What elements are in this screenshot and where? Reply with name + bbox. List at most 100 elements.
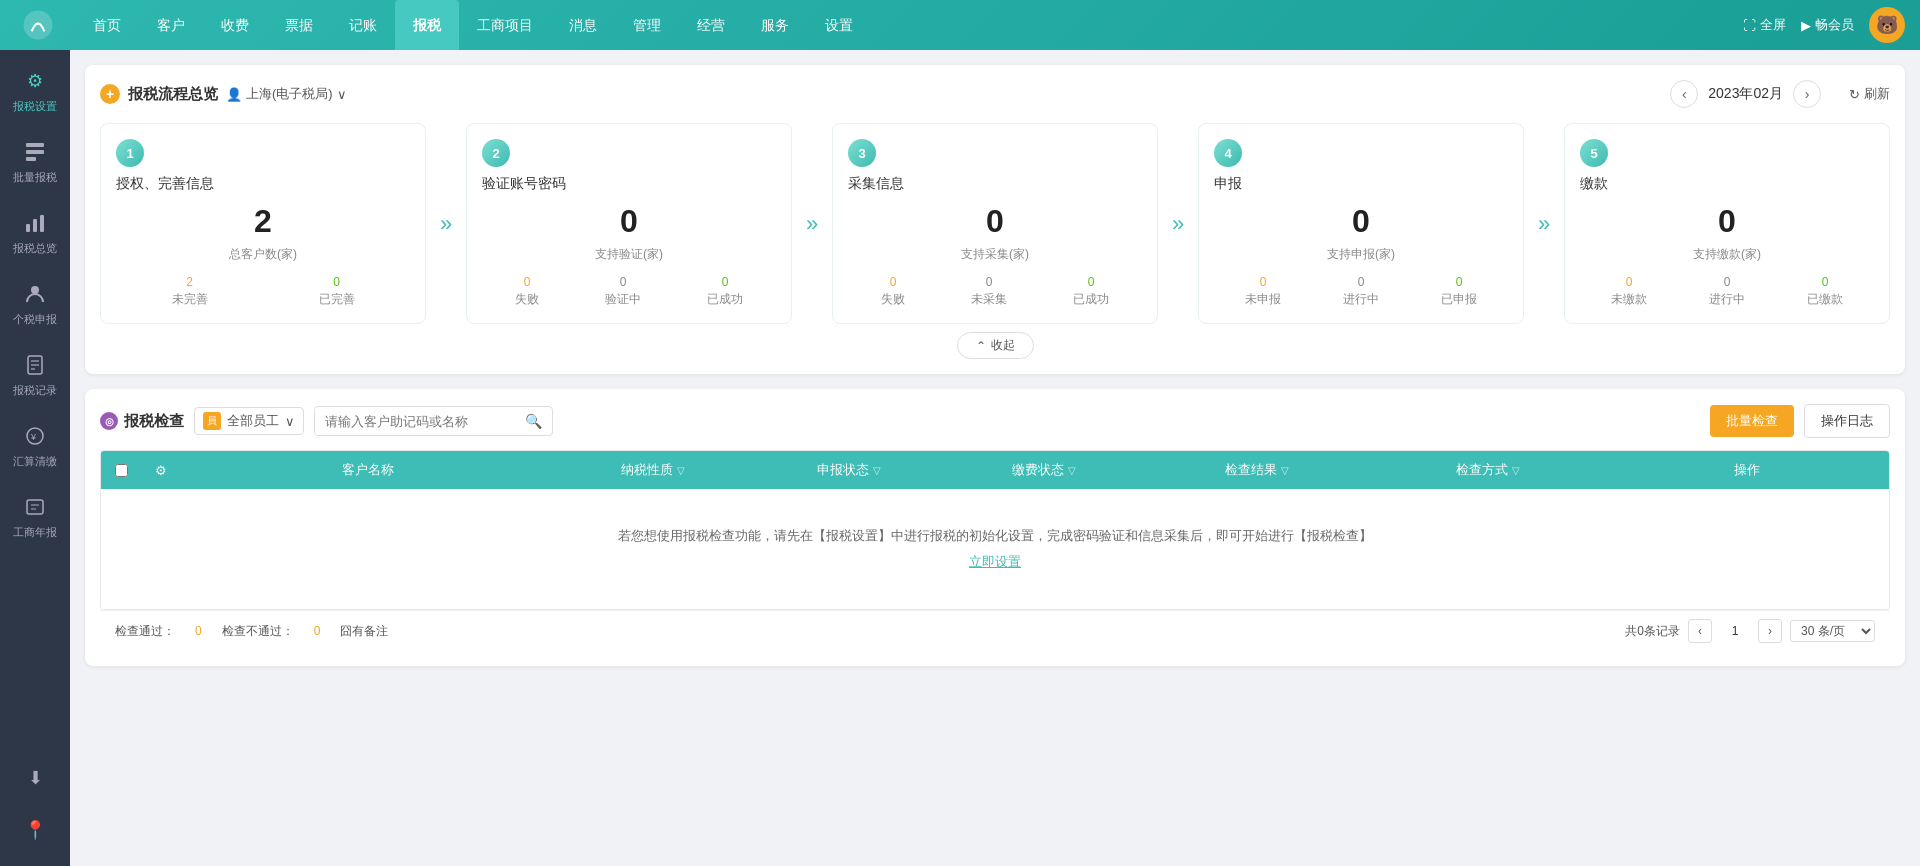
stat-complete[interactable]: 0 已完善 [319,275,355,308]
th-check-result[interactable]: 检查结果 ▽ [1142,451,1373,489]
sidebar-item-personal-tax[interactable]: 个税申报 [0,268,70,339]
fail-label: 检查不通过： [222,623,294,640]
sidebar-item-location[interactable]: 📍 [0,804,70,856]
staff-label: 全部员工 [227,412,279,430]
batch-check-button[interactable]: 批量检查 [1710,405,1794,437]
svg-point-7 [31,286,39,294]
th-declare-status[interactable]: 申报状态 ▽ [751,451,946,489]
operation-log-button[interactable]: 操作日志 [1804,404,1890,438]
prev-page-button[interactable]: ‹ [1688,619,1712,643]
stat-incomplete-val: 2 [186,275,193,289]
sidebar-item-settlement[interactable]: ¥ 汇算清缴 [0,410,70,481]
th-pay-status[interactable]: 缴费状态 ▽ [946,451,1141,489]
stat-paid[interactable]: 0 已缴款 [1807,275,1843,308]
nav-item-票据[interactable]: 票据 [267,0,331,50]
card-num-2: 2 [482,139,510,167]
sidebar-item-tax-records[interactable]: 报税记录 [0,339,70,410]
search-input[interactable] [315,408,515,435]
sidebar-label-tax-records: 报税记录 [13,383,57,398]
card-sub-5: 支持缴款(家) [1580,246,1874,263]
nav-item-消息[interactable]: 消息 [551,0,615,50]
th-settings[interactable]: ⚙ [141,451,181,489]
nav-item-客户[interactable]: 客户 [139,0,203,50]
stat-not-collected[interactable]: 0 未采集 [971,275,1007,308]
vip-label: 畅会员 [1815,16,1854,34]
top-nav-right: ⛶ 全屏 ▶ 畅会员 🐻 [1743,7,1920,43]
location-selector[interactable]: 👤 上海(电子税局) ∨ [226,85,347,103]
stat-declaring[interactable]: 0 进行中 [1343,275,1379,308]
stat-not-paid[interactable]: 0 未缴款 [1611,275,1647,308]
svg-rect-2 [26,150,44,154]
vip-button[interactable]: ▶ 畅会员 [1801,16,1854,34]
fullscreen-button[interactable]: ⛶ 全屏 [1743,16,1786,34]
card-title-4: 申报 [1214,175,1508,193]
tax-records-icon [21,351,49,379]
stat-declared[interactable]: 0 已申报 [1441,275,1477,308]
nav-item-首页[interactable]: 首页 [75,0,139,50]
search-button[interactable]: 🔍 [515,407,552,435]
search-box: 🔍 [314,406,553,436]
card-bignum-1: 2 [116,203,410,240]
card-stats-5: 0 未缴款 0 进行中 0 已缴款 [1580,275,1874,308]
prev-month-button[interactable]: ‹ [1670,80,1698,108]
next-page-button[interactable]: › [1758,619,1782,643]
table-footer: 检查通过： 0 检查不通过： 0 囧有备注 共0条记录 ‹ 1 › 30 条/页… [100,610,1890,651]
card-num-1: 1 [116,139,144,167]
flow-overview-header: + 报税流程总览 👤 上海(电子税局) ∨ ‹ 2023年02月 › ↻ 刷新 [100,80,1890,108]
staff-chevron: ∨ [285,414,295,429]
nav-item-经营[interactable]: 经营 [679,0,743,50]
pass-count[interactable]: 0 [195,624,202,638]
sidebar-item-tax-overview[interactable]: 报税总览 [0,197,70,268]
th-tax-nature[interactable]: 纳税性质 ▽ [556,451,751,489]
stat-verify-fail[interactable]: 0 失败 [515,275,539,308]
sidebar-item-annual-report[interactable]: 工商年报 [0,481,70,552]
tax-check-title-text: 报税检查 [124,412,184,431]
card-sub-3: 支持采集(家) [848,246,1142,263]
per-page-select[interactable]: 30 条/页 50 条/页 100 条/页 [1790,620,1875,642]
sidebar-label-tax-overview: 报税总览 [13,241,57,256]
select-all-checkbox[interactable] [115,464,128,477]
flow-title: 报税流程总览 [128,85,218,104]
nav-item-收费[interactable]: 收费 [203,0,267,50]
stat-verifying[interactable]: 0 验证中 [605,275,641,308]
stat-incomplete[interactable]: 2 未完善 [172,275,208,308]
arrow-2-3: » [792,123,832,324]
stat-paying[interactable]: 0 进行中 [1709,275,1745,308]
tax-check-table: ⚙ 客户名称 纳税性质 ▽ 申报状态 ▽ 缴费状态 ▽ [100,450,1890,610]
stat-not-declared[interactable]: 0 未申报 [1245,275,1281,308]
stat-complete-val: 0 [333,275,340,289]
stat-collected[interactable]: 0 已成功 [1073,275,1109,308]
collapse-bar: ⌃ 收起 [100,324,1890,359]
staff-selector[interactable]: 員 全部员工 ∨ [194,407,304,435]
card-title-3: 采集信息 [848,175,1142,193]
stat-verify-done[interactable]: 0 已成功 [707,275,743,308]
app-logo[interactable] [10,0,65,50]
fail-count[interactable]: 0 [314,624,321,638]
collapse-button[interactable]: ⌃ 收起 [957,332,1034,359]
top-navigation: 首页客户收费票据记账报税工商项目消息管理经营服务设置 ⛶ 全屏 ▶ 畅会员 🐻 [0,0,1920,50]
nav-item-管理[interactable]: 管理 [615,0,679,50]
stat-collect-fail[interactable]: 0 失败 [881,275,905,308]
card-stats-4: 0 未申报 0 进行中 0 已申报 [1214,275,1508,308]
sidebar-item-tax-settings[interactable]: ⚙ 报税设置 [0,55,70,126]
nav-item-服务[interactable]: 服务 [743,0,807,50]
nav-item-设置[interactable]: 设置 [807,0,871,50]
nav-item-工商项目[interactable]: 工商项目 [459,0,551,50]
sidebar-item-download[interactable]: ⬇ [0,752,70,804]
th-check-method[interactable]: 检查方式 ▽ [1373,451,1604,489]
next-month-button[interactable]: › [1793,80,1821,108]
location-icon-map: 👤 [226,87,242,102]
flow-card-4: 4 申报 0 支持申报(家) 0 未申报 0 进行中 [1198,123,1524,324]
download-icon: ⬇ [21,764,49,792]
setup-link[interactable]: 立即设置 [969,554,1021,569]
settlement-icon: ¥ [21,422,49,450]
fullscreen-label: 全屏 [1760,16,1786,34]
current-month: 2023年02月 [1708,85,1783,103]
user-avatar[interactable]: 🐻 [1869,7,1905,43]
flow-card-2: 2 验证账号密码 0 支持验证(家) 0 失败 0 验证中 [466,123,792,324]
refresh-button[interactable]: ↻ 刷新 [1849,85,1890,103]
sidebar-item-batch-tax[interactable]: 批量报税 [0,126,70,197]
nav-item-报税[interactable]: 报税 [395,0,459,50]
th-checkbox[interactable] [101,451,141,489]
nav-item-记账[interactable]: 记账 [331,0,395,50]
